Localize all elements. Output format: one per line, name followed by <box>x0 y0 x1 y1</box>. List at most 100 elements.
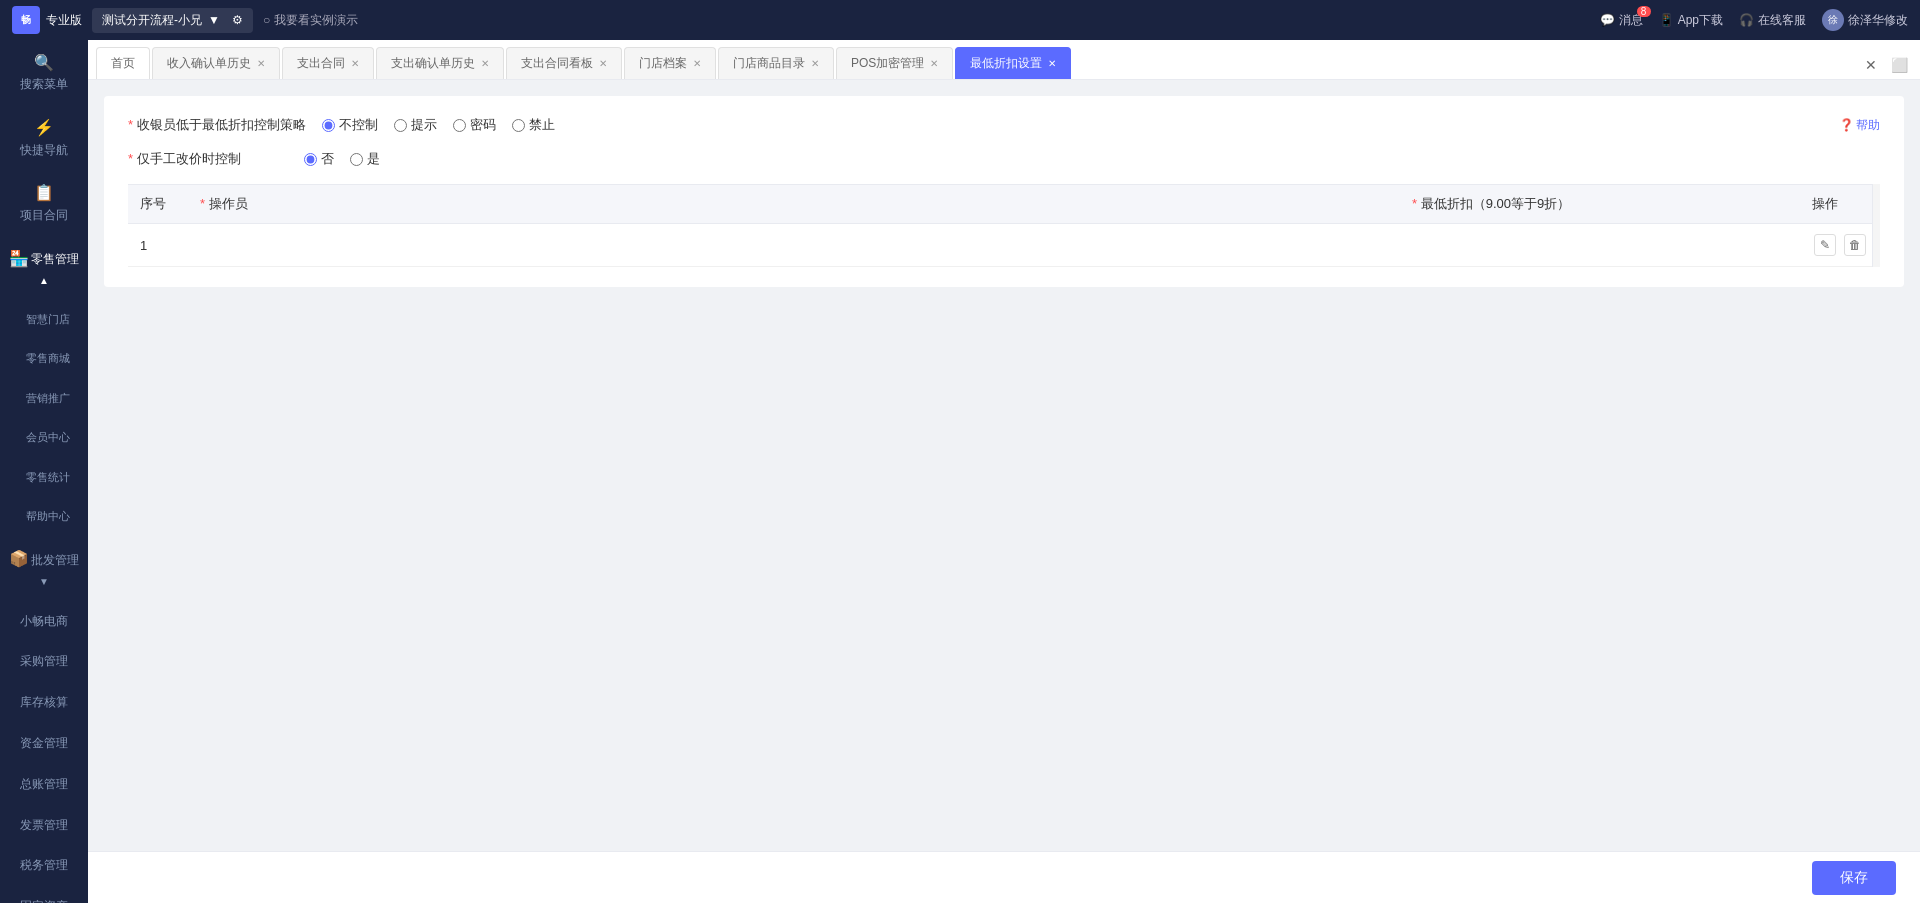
app-download-button[interactable]: 📱 App下载 <box>1659 12 1723 29</box>
sidebar-item-ecommerce[interactable]: 小畅电商 <box>0 601 88 642</box>
option-no-control[interactable]: 不控制 <box>322 116 378 134</box>
sidebar-item-project[interactable]: 📋 项目合同 <box>0 170 88 235</box>
sidebar-item-retail-mall[interactable]: 零售商城 <box>0 339 88 378</box>
online-service-button[interactable]: 🎧 在线客服 <box>1739 12 1806 29</box>
user-menu[interactable]: 徐 徐泽华修改 <box>1822 9 1908 31</box>
sidebar-item-ledger[interactable]: 总账管理 <box>0 764 88 805</box>
discount-table: 序号 * 操作员 * 最低折扣（9.00等于9折） 操作 <box>128 184 1880 267</box>
sidebar-label-retail: 零售管理 <box>31 251 79 268</box>
option-password[interactable]: 密码 <box>453 116 496 134</box>
manual-price-label: * 仅手工改价时控制 <box>128 150 288 168</box>
manual-price-options: 否 是 <box>304 150 380 168</box>
radio-no[interactable] <box>304 153 317 166</box>
discount-control-row: * 收银员低于最低折扣控制策略 不控制 提示 密码 <box>128 116 1880 134</box>
sidebar-item-fixed-assets[interactable]: 固定资产 <box>0 886 88 903</box>
user-name: 徐泽华修改 <box>1848 12 1908 29</box>
tab-store-products-label: 门店商品目录 <box>733 55 805 72</box>
top-bar: 畅 专业版 测试分开流程-小兄 ▼ ⚙ ○ 我要看实例演示 💬 消息 8 📱 A… <box>0 0 1920 40</box>
tab-pos-password[interactable]: POS加密管理 ✕ <box>836 47 953 79</box>
app-version-label: 专业版 <box>46 12 82 29</box>
discount-control-options: 不控制 提示 密码 禁止 <box>322 116 555 134</box>
message-badge: 8 <box>1637 6 1651 17</box>
sidebar-item-retail-stats[interactable]: 零售统计 <box>0 458 88 497</box>
sidebar-label-inventory: 库存核算 <box>20 694 68 711</box>
top-bar-left: 畅 专业版 测试分开流程-小兄 ▼ ⚙ ○ 我要看实例演示 <box>12 6 358 34</box>
tab-maximize-action[interactable]: ⬜ <box>1887 55 1912 75</box>
app-download-label: App下载 <box>1678 12 1723 29</box>
option-prompt[interactable]: 提示 <box>394 116 437 134</box>
sidebar-item-wholesale[interactable]: 📦 批发管理 ▼ <box>0 536 88 600</box>
tab-pay-contract[interactable]: 支出合同 ✕ <box>282 47 374 79</box>
option-ban[interactable]: 禁止 <box>512 116 555 134</box>
tab-bar: 首页 收入确认单历史 ✕ 支出合同 ✕ 支出确认单历史 ✕ 支出合同看板 ✕ 门… <box>88 40 1920 80</box>
tab-income-history[interactable]: 收入确认单历史 ✕ <box>152 47 280 79</box>
tab-store-file[interactable]: 门店档案 ✕ <box>624 47 716 79</box>
option-yes-label: 是 <box>367 150 380 168</box>
help-link[interactable]: ❓ 帮助 <box>1839 117 1880 134</box>
sidebar-item-invoice[interactable]: 发票管理 <box>0 805 88 846</box>
tab-close-pos-password[interactable]: ✕ <box>930 58 938 69</box>
avatar: 徐 <box>1822 9 1844 31</box>
logo-icon: 畅 <box>12 6 40 34</box>
headset-icon: 🎧 <box>1739 13 1754 27</box>
radio-ban[interactable] <box>512 119 525 132</box>
tab-income-history-label: 收入确认单历史 <box>167 55 251 72</box>
tab-close-pay-board[interactable]: ✕ <box>599 58 607 69</box>
sidebar-item-member[interactable]: 会员中心 <box>0 418 88 457</box>
option-no[interactable]: 否 <box>304 150 334 168</box>
sidebar-item-tax[interactable]: 税务管理 <box>0 845 88 886</box>
settings-icon[interactable]: ⚙ <box>232 13 243 27</box>
sidebar-label-ledger: 总账管理 <box>20 776 68 793</box>
edit-row-button[interactable]: ✎ <box>1814 234 1836 256</box>
radio-password[interactable] <box>453 119 466 132</box>
tab-pos-password-label: POS加密管理 <box>851 55 924 72</box>
demo-link[interactable]: ○ 我要看实例演示 <box>263 12 358 29</box>
tab-store-products[interactable]: 门店商品目录 ✕ <box>718 47 834 79</box>
manual-required-mark: * <box>128 151 137 166</box>
option-no-control-label: 不控制 <box>339 116 378 134</box>
tab-min-discount[interactable]: 最低折扣设置 ✕ <box>955 47 1071 79</box>
radio-no-control[interactable] <box>322 119 335 132</box>
sidebar-item-marketing[interactable]: 营销推广 <box>0 379 88 418</box>
table-scrollbar[interactable] <box>1872 184 1880 267</box>
demo-link-text: 我要看实例演示 <box>274 12 358 29</box>
cell-min-discount <box>1400 224 1800 267</box>
radio-prompt[interactable] <box>394 119 407 132</box>
message-icon: 💬 <box>1600 13 1615 27</box>
sidebar-item-inventory[interactable]: 库存核算 <box>0 682 88 723</box>
tab-close-income-history[interactable]: ✕ <box>257 58 265 69</box>
sidebar-item-help[interactable]: 帮助中心 <box>0 497 88 536</box>
tab-close-action[interactable]: ✕ <box>1861 55 1881 75</box>
tab-close-store-products[interactable]: ✕ <box>811 58 819 69</box>
sidebar-label-wholesale: 批发管理 <box>31 552 79 569</box>
online-service-label: 在线客服 <box>1758 12 1806 29</box>
tab-close-min-discount[interactable]: ✕ <box>1048 58 1056 69</box>
sidebar-item-search[interactable]: 🔍 搜索菜单 <box>0 40 88 105</box>
col-operator-required: * <box>200 196 209 211</box>
tab-close-pay-contract[interactable]: ✕ <box>351 58 359 69</box>
sidebar-item-finance[interactable]: 资金管理 <box>0 723 88 764</box>
radio-yes[interactable] <box>350 153 363 166</box>
sidebar-item-shortcut[interactable]: ⚡ 快捷导航 <box>0 105 88 170</box>
option-yes[interactable]: 是 <box>350 150 380 168</box>
project-selector[interactable]: 测试分开流程-小兄 ▼ ⚙ <box>92 8 253 33</box>
sidebar-item-smart-store[interactable]: 智慧门店 <box>0 300 88 339</box>
sidebar-label-project: 项目合同 <box>20 207 68 224</box>
tab-pay-contract-board[interactable]: 支出合同看板 ✕ <box>506 47 622 79</box>
tab-close-pay-confirm[interactable]: ✕ <box>481 58 489 69</box>
delete-row-button[interactable]: 🗑 <box>1844 234 1866 256</box>
sidebar-label-help: 帮助中心 <box>26 509 70 524</box>
tab-close-store-file[interactable]: ✕ <box>693 58 701 69</box>
sidebar-item-retail[interactable]: 🏪 零售管理 ▲ <box>0 236 88 300</box>
sidebar-label-purchase: 采购管理 <box>20 653 68 670</box>
message-button[interactable]: 💬 消息 8 <box>1600 12 1643 29</box>
table-header: 序号 * 操作员 * 最低折扣（9.00等于9折） 操作 <box>128 185 1880 224</box>
sidebar-item-purchase[interactable]: 采购管理 <box>0 641 88 682</box>
table-row: 1 ✎ 🗑 <box>128 224 1880 267</box>
cell-seq: 1 <box>128 224 188 267</box>
search-icon: 🔍 <box>34 52 54 74</box>
tab-pay-confirm-history[interactable]: 支出确认单历史 ✕ <box>376 47 504 79</box>
sidebar: 🔍 搜索菜单 ⚡ 快捷导航 📋 项目合同 🏪 零售管理 ▲ 智慧门店 零售商城 … <box>0 40 88 903</box>
tab-home[interactable]: 首页 <box>96 47 150 79</box>
save-button[interactable]: 保存 <box>1812 861 1896 895</box>
